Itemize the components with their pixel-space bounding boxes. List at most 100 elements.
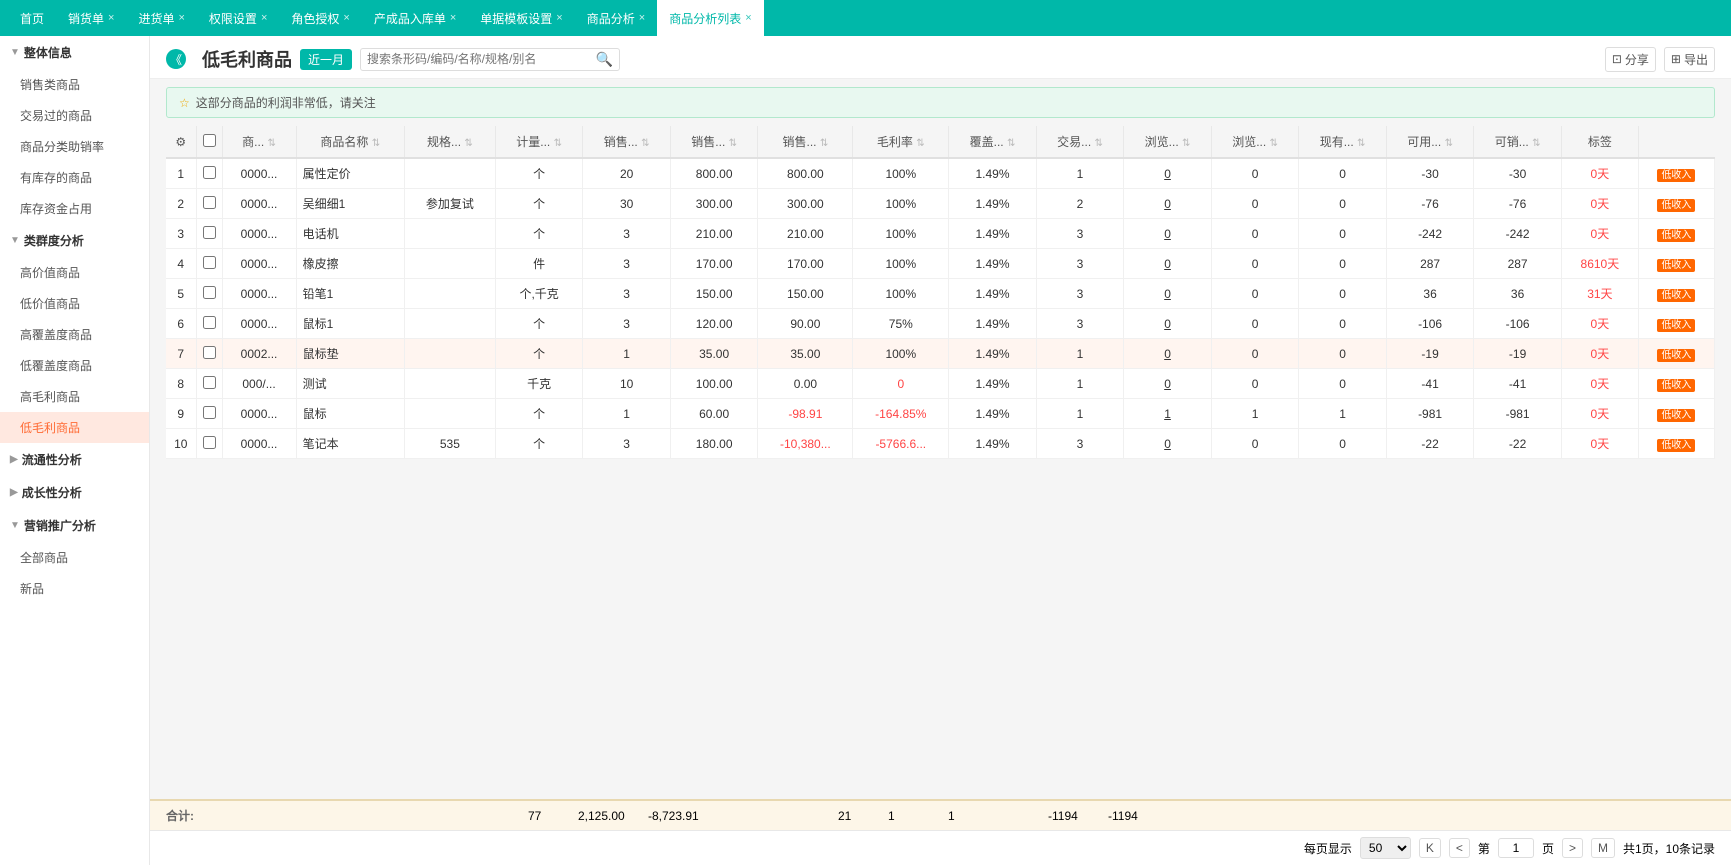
close-icon[interactable]: ×	[556, 12, 562, 24]
sidebar-group-circulation[interactable]: ▶ 流通性分析	[0, 443, 149, 476]
sidebar-item-all-goods[interactable]: 全部商品	[0, 542, 149, 573]
row-checkbox[interactable]	[196, 399, 222, 429]
sidebar-item-category-rate[interactable]: 商品分类助销率	[0, 131, 149, 162]
nav-product-analysis-list[interactable]: 商品分析列表 ×	[657, 0, 763, 36]
row-checkbox[interactable]	[196, 339, 222, 369]
row-trade[interactable]: 0	[1124, 158, 1212, 189]
col-coverage[interactable]: 覆盖... ⇅	[949, 126, 1037, 158]
col-checkbox[interactable]	[196, 126, 222, 158]
time-filter-button[interactable]: 近一月	[300, 49, 352, 70]
row-trade[interactable]: 1	[1124, 399, 1212, 429]
col-browse1[interactable]: 浏览... ⇅	[1124, 126, 1212, 158]
nav-home[interactable]: 首页	[8, 0, 56, 36]
row-checkbox[interactable]	[196, 309, 222, 339]
collapse-sidebar-button[interactable]: 《	[166, 49, 186, 69]
row-trade[interactable]: 0	[1124, 339, 1212, 369]
footer-amount: -8,723.91	[648, 809, 728, 823]
sidebar-item-high-coverage[interactable]: 高覆盖度商品	[0, 319, 149, 350]
row-trade[interactable]: 0	[1124, 309, 1212, 339]
next-page-button[interactable]: >	[1562, 838, 1583, 858]
sidebar-item-stocked-goods[interactable]: 有库存的商品	[0, 162, 149, 193]
sidebar-item-high-margin[interactable]: 高毛利商品	[0, 381, 149, 412]
sidebar-group-growth[interactable]: ▶ 成长性分析	[0, 476, 149, 509]
close-icon[interactable]: ×	[745, 12, 751, 24]
col-spec[interactable]: 规格... ⇅	[404, 126, 495, 158]
row-code: 0000...	[222, 399, 296, 429]
col-avail[interactable]: 可用... ⇅	[1386, 126, 1474, 158]
search-icon[interactable]: 🔍	[596, 51, 613, 68]
sidebar-group-cluster[interactable]: ▼ 类群度分析	[0, 224, 149, 257]
nav-product-analysis[interactable]: 商品分析 ×	[575, 0, 657, 36]
nav-purchase-order[interactable]: 进货单 ×	[126, 0, 196, 36]
row-avail: -30	[1474, 158, 1562, 189]
page-input[interactable]	[1498, 838, 1534, 858]
sidebar-item-sales-goods[interactable]: 销售类商品	[0, 69, 149, 100]
row-saleable: 31天	[1561, 279, 1638, 309]
sidebar-item-low-coverage[interactable]: 低覆盖度商品	[0, 350, 149, 381]
row-amount: 170.00	[758, 249, 853, 279]
col-qty[interactable]: 销售... ⇅	[583, 126, 671, 158]
row-name: 属性定价	[296, 158, 404, 189]
row-amount: 150.00	[758, 279, 853, 309]
row-trade[interactable]: 0	[1124, 429, 1212, 459]
close-icon[interactable]: ×	[108, 12, 114, 24]
share-button[interactable]: ⊡ 分享	[1605, 47, 1656, 72]
col-saleable[interactable]: 可销... ⇅	[1474, 126, 1562, 158]
col-trade[interactable]: 交易... ⇅	[1036, 126, 1124, 158]
row-spec	[404, 249, 495, 279]
row-trade[interactable]: 0	[1124, 369, 1212, 399]
close-icon[interactable]: ×	[261, 12, 267, 24]
col-name[interactable]: 商品名称 ⇅	[296, 126, 404, 158]
col-amount[interactable]: 销售... ⇅	[758, 126, 853, 158]
nav-sales-order[interactable]: 销货单 ×	[56, 0, 126, 36]
row-checkbox[interactable]	[196, 429, 222, 459]
col-margin[interactable]: 毛利率 ⇅	[853, 126, 949, 158]
sidebar-item-traded-goods[interactable]: 交易过的商品	[0, 100, 149, 131]
row-trade[interactable]: 0	[1124, 249, 1212, 279]
row-trade[interactable]: 0	[1124, 219, 1212, 249]
search-box[interactable]: 🔍	[360, 48, 620, 71]
col-stock[interactable]: 现有... ⇅	[1299, 126, 1387, 158]
col-browse2[interactable]: 浏览... ⇅	[1211, 126, 1299, 158]
col-code[interactable]: 商... ⇅	[222, 126, 296, 158]
sidebar-item-stock-capital[interactable]: 库存资金占用	[0, 193, 149, 224]
sidebar-group-marketing[interactable]: ▼ 营销推广分析	[0, 509, 149, 542]
sidebar-group-overall[interactable]: ▼ 整体信息	[0, 36, 149, 69]
export-button[interactable]: ⊞ 导出	[1664, 47, 1715, 72]
sidebar-item-low-margin[interactable]: 低毛利商品	[0, 412, 149, 443]
col-settings[interactable]: ⚙	[166, 126, 196, 158]
prev-page-button[interactable]: <	[1449, 838, 1470, 858]
close-icon[interactable]: ×	[639, 12, 645, 24]
nav-template-settings[interactable]: 单据模板设置 ×	[468, 0, 574, 36]
row-checkbox[interactable]	[196, 279, 222, 309]
per-page-select[interactable]: 50 100 200	[1360, 837, 1411, 859]
sidebar-item-high-value[interactable]: 高价值商品	[0, 257, 149, 288]
col-price[interactable]: 销售... ⇅	[670, 126, 758, 158]
nav-role-auth[interactable]: 角色授权 ×	[279, 0, 361, 36]
row-trade[interactable]: 0	[1124, 189, 1212, 219]
last-page-button[interactable]: M	[1591, 838, 1615, 858]
nav-finished-goods[interactable]: 产成品入库单 ×	[362, 0, 468, 36]
export-icon: ⊞	[1671, 52, 1681, 66]
row-checkbox[interactable]	[196, 369, 222, 399]
row-checkbox[interactable]	[196, 219, 222, 249]
close-icon[interactable]: ×	[450, 12, 456, 24]
col-tag[interactable]: 标签	[1561, 126, 1638, 158]
row-trade[interactable]: 0	[1124, 279, 1212, 309]
col-unit[interactable]: 计量... ⇅	[495, 126, 583, 158]
sidebar-item-new-goods[interactable]: 新品	[0, 573, 149, 604]
close-icon[interactable]: ×	[178, 12, 184, 24]
nav-permission-settings[interactable]: 权限设置 ×	[197, 0, 279, 36]
row-checkbox[interactable]	[196, 249, 222, 279]
search-input[interactable]	[367, 52, 596, 66]
row-saleable: 0天	[1561, 309, 1638, 339]
first-page-button[interactable]: K	[1419, 838, 1441, 858]
sidebar-item-low-value[interactable]: 低价值商品	[0, 288, 149, 319]
close-icon[interactable]: ×	[343, 12, 349, 24]
row-checkbox[interactable]	[196, 189, 222, 219]
row-avail: -242	[1474, 219, 1562, 249]
select-all-checkbox[interactable]	[203, 134, 216, 147]
row-checkbox[interactable]	[196, 158, 222, 189]
row-rate: 1.49%	[949, 369, 1037, 399]
row-code: 0000...	[222, 158, 296, 189]
